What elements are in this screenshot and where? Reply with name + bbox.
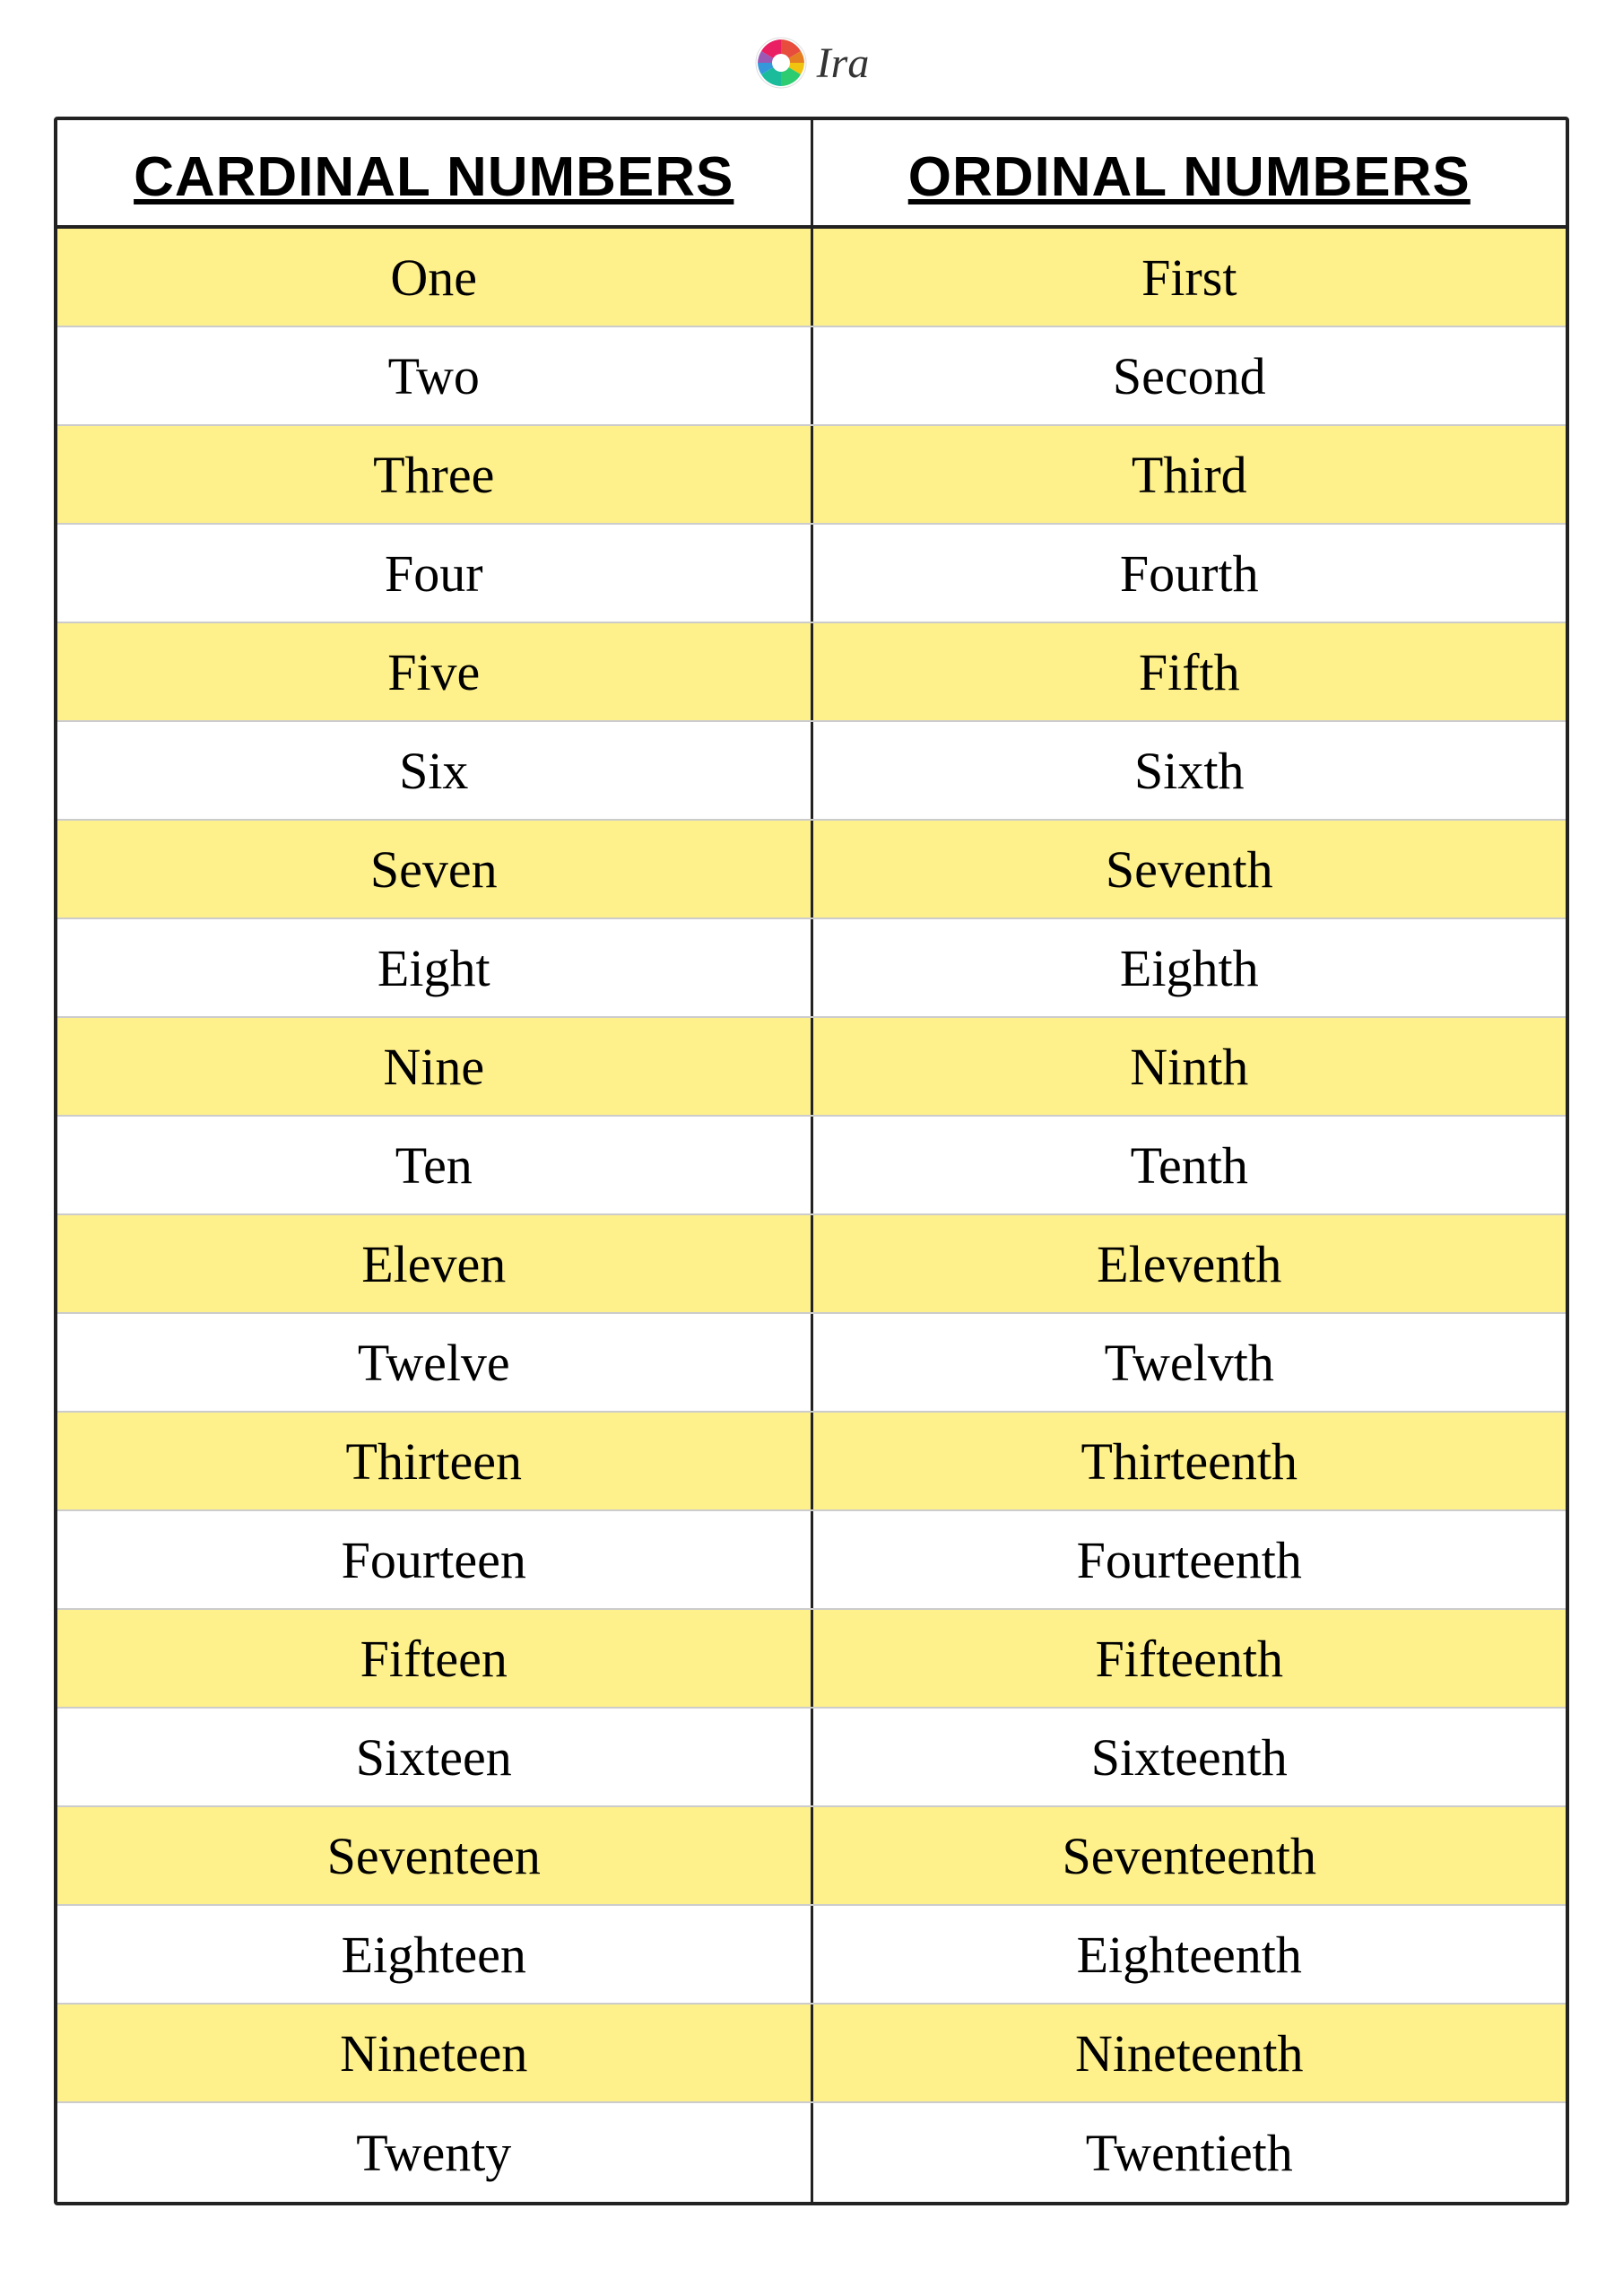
ordinal-cell: Twentieth [813, 2103, 1567, 2202]
table-row: ElevenEleventh [57, 1215, 1566, 1314]
table-row: EightEighth [57, 919, 1566, 1018]
table-row: TenTenth [57, 1117, 1566, 1215]
table-row: TwoSecond [57, 327, 1566, 426]
cardinal-cell: Seven [57, 821, 813, 918]
cardinal-cell: Ten [57, 1117, 813, 1213]
logo-text: Ira [817, 39, 870, 88]
cardinal-cell: Fifteen [57, 1610, 813, 1707]
cardinal-cell: Six [57, 722, 813, 819]
ordinal-cell: Eleventh [813, 1215, 1567, 1312]
cardinal-cell: Fourteen [57, 1511, 813, 1608]
cardinal-cell: Three [57, 426, 813, 523]
cardinal-cell: Four [57, 525, 813, 622]
ordinal-cell: Seventh [813, 821, 1567, 918]
table-row: NineNinth [57, 1018, 1566, 1117]
logo-icon [754, 36, 808, 90]
ordinal-cell: Ninth [813, 1018, 1567, 1115]
table-row: FiveFifth [57, 623, 1566, 722]
ordinal-cell: Eighth [813, 919, 1567, 1016]
ordinal-cell: Seventeenth [813, 1807, 1567, 1904]
cardinal-cell: Nine [57, 1018, 813, 1115]
ordinal-cell: Tenth [813, 1117, 1567, 1213]
cardinal-cell: Seventeen [57, 1807, 813, 1904]
cardinal-cell: Thirteen [57, 1413, 813, 1509]
ordinal-cell: Nineteenth [813, 2005, 1567, 2101]
table-row: TwelveTwelvth [57, 1314, 1566, 1413]
ordinal-cell: Sixteenth [813, 1709, 1567, 1805]
cardinal-cell: Twenty [57, 2103, 813, 2202]
ordinal-cell: Sixth [813, 722, 1567, 819]
table-row: FourteenFourteenth [57, 1511, 1566, 1610]
numbers-table: CARDINAL NUMBERS ORDINAL NUMBERS OneFirs… [54, 117, 1569, 2205]
ordinal-cell: Fifteenth [813, 1610, 1567, 1707]
cardinal-cell: Five [57, 623, 813, 720]
table-row: FourFourth [57, 525, 1566, 623]
ordinal-cell: Thirteenth [813, 1413, 1567, 1509]
ordinal-cell: Third [813, 426, 1567, 523]
ordinal-cell: Eighteenth [813, 1906, 1567, 2003]
table-header: CARDINAL NUMBERS ORDINAL NUMBERS [57, 120, 1566, 229]
cardinal-cell: Eleven [57, 1215, 813, 1312]
cardinal-cell: Twelve [57, 1314, 813, 1411]
logo-area: Ira [754, 36, 870, 90]
ordinal-cell: Fourteenth [813, 1511, 1567, 1608]
table-row: SevenSeventh [57, 821, 1566, 919]
table-row: ThreeThird [57, 426, 1566, 525]
table-row: OneFirst [57, 229, 1566, 327]
table-row: SixSixth [57, 722, 1566, 821]
table-row: NineteenNineteenth [57, 2005, 1566, 2103]
ordinal-cell: Second [813, 327, 1567, 424]
ordinal-cell: First [813, 229, 1567, 326]
cardinal-cell: Sixteen [57, 1709, 813, 1805]
table-row: SeventeenSeventeenth [57, 1807, 1566, 1906]
cardinal-header: CARDINAL NUMBERS [57, 120, 813, 225]
table-row: TwentyTwentieth [57, 2103, 1566, 2202]
ordinal-cell: Fifth [813, 623, 1567, 720]
cardinal-cell: One [57, 229, 813, 326]
ordinal-cell: Fourth [813, 525, 1567, 622]
table-row: ThirteenThirteenth [57, 1413, 1566, 1511]
table-row: EighteenEighteenth [57, 1906, 1566, 2005]
cardinal-cell: Nineteen [57, 2005, 813, 2101]
cardinal-cell: Two [57, 327, 813, 424]
cardinal-cell: Eighteen [57, 1906, 813, 2003]
ordinal-cell: Twelvth [813, 1314, 1567, 1411]
table-row: SixteenSixteenth [57, 1709, 1566, 1807]
table-row: FifteenFifteenth [57, 1610, 1566, 1709]
ordinal-header: ORDINAL NUMBERS [813, 120, 1567, 225]
table-body: OneFirstTwoSecondThreeThirdFourFourthFiv… [57, 229, 1566, 2202]
cardinal-cell: Eight [57, 919, 813, 1016]
